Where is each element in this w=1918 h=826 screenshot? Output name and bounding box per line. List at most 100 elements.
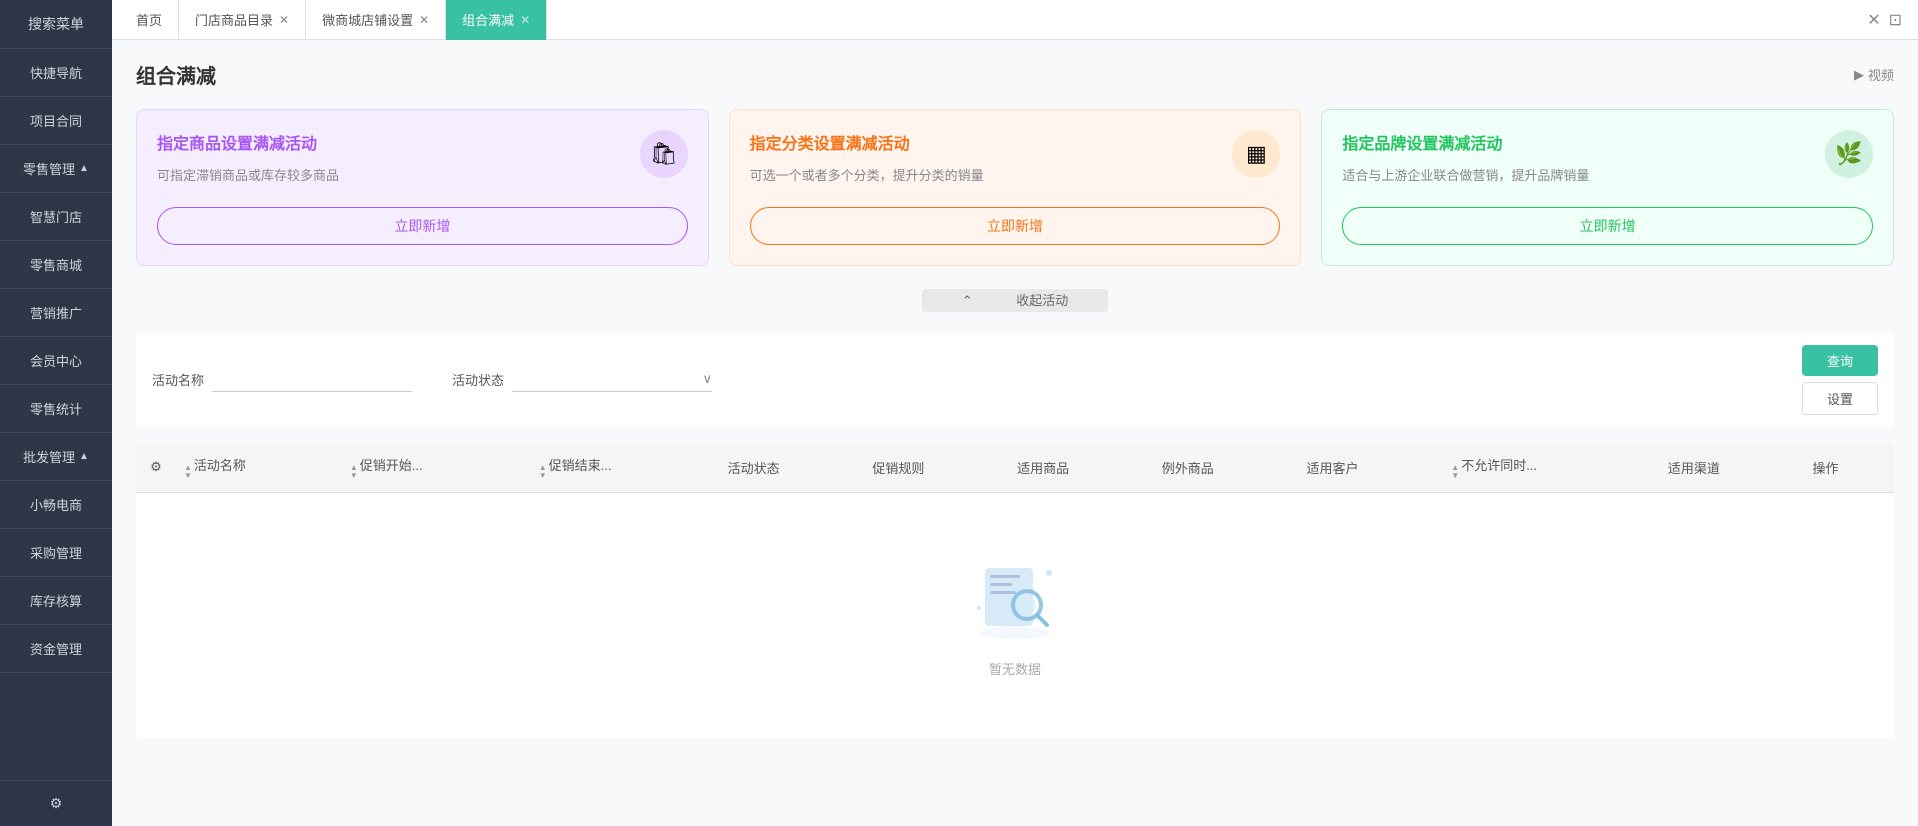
sidebar-item-inventory[interactable]: 库存核算 bbox=[0, 577, 112, 625]
filter-name-item: 活动名称 bbox=[152, 368, 412, 392]
gear-icon[interactable]: ⚙ bbox=[150, 459, 162, 474]
category-card: 指定分类设置满减活动可选一个或者多个分类，提升分类的销量▦ 立即新增 bbox=[729, 109, 1302, 266]
sidebar-item-xiaochange[interactable]: 小畅电商 bbox=[0, 481, 112, 529]
sidebar-item-finance[interactable]: 资金管理 bbox=[0, 625, 112, 673]
col-label: 适用商品 bbox=[1017, 461, 1069, 476]
filter-status-select[interactable]: ∨ bbox=[512, 367, 712, 392]
sidebar-item-smart-store[interactable]: 智慧门店 bbox=[0, 193, 112, 241]
col-except_goods: 例外商品 bbox=[1154, 443, 1299, 493]
col-label: 活动状态 bbox=[728, 461, 780, 476]
goods-card: 指定商品设置满减活动可指定滞销商品或库存较多商品🛍 立即新增 bbox=[136, 109, 709, 266]
sidebar-settings[interactable]: ⚙ bbox=[0, 780, 112, 826]
collapse-bar[interactable]: ⌃ 收起活动 bbox=[136, 282, 1894, 317]
maximize-icon[interactable]: ⊡ bbox=[1889, 10, 1902, 30]
tab-close-icon[interactable]: ✕ bbox=[520, 13, 530, 27]
col-label: 不允许同时... bbox=[1461, 458, 1537, 473]
sidebar-search[interactable]: 搜索菜单 bbox=[0, 0, 112, 49]
col-promo_end[interactable]: ▲▼促销结束... bbox=[531, 443, 720, 493]
sort-icon: ▲▼ bbox=[184, 464, 192, 480]
video-label: 视频 bbox=[1868, 65, 1894, 84]
sidebar-item-purchase-mgmt[interactable]: 采购管理 bbox=[0, 529, 112, 577]
filter-name-label: 活动名称 bbox=[152, 370, 204, 389]
settings-button[interactable]: 设置 bbox=[1802, 382, 1878, 415]
tab-home[interactable]: 首页 bbox=[120, 0, 179, 40]
card-title: 指定分类设置满减活动 bbox=[750, 130, 1281, 154]
filter-status-item: 活动状态 ∨ bbox=[452, 367, 712, 392]
empty-text: 暂无数据 bbox=[989, 659, 1041, 678]
col-label: 促销结束... bbox=[549, 458, 612, 473]
card-title: 指定商品设置满减活动 bbox=[157, 130, 688, 154]
tab-label: 门店商品目录 bbox=[195, 10, 273, 29]
page-title: 组合满减 bbox=[136, 60, 216, 89]
video-link[interactable]: ▶ 视频 bbox=[1854, 65, 1894, 84]
col-promo_start[interactable]: ▲▼促销开始... bbox=[342, 443, 531, 493]
chevron-down-icon: ∨ bbox=[703, 371, 713, 387]
gear-icon: ⚙ bbox=[50, 795, 63, 811]
sort-icon: ▲▼ bbox=[539, 464, 547, 480]
col-actions: 操作 bbox=[1805, 443, 1894, 493]
tab-bar: 首页门店商品目录 ✕微商城店铺设置 ✕组合满减 ✕ ✕ ⊡ bbox=[112, 0, 1918, 40]
col-label: 活动名称 bbox=[194, 458, 246, 473]
sidebar-item-project-contract[interactable]: 项目合同 bbox=[0, 97, 112, 145]
tab-label: 微商城店铺设置 bbox=[322, 10, 413, 29]
card-icon: ▦ bbox=[1232, 130, 1280, 178]
col-label: 适用客户 bbox=[1307, 461, 1359, 476]
collapse-arrow: ⌃ bbox=[942, 289, 997, 312]
sidebar-item-retail-stats[interactable]: 零售统计 bbox=[0, 385, 112, 433]
col-label: 促销开始... bbox=[360, 458, 423, 473]
main-area: 首页门店商品目录 ✕微商城店铺设置 ✕组合满减 ✕ ✕ ⊡ 组合满减 ▶ 视频 … bbox=[112, 0, 1918, 826]
tab-close-icon[interactable]: ✕ bbox=[419, 13, 429, 27]
empty-state: 暂无数据 bbox=[136, 493, 1894, 738]
tab-label: 组合满减 bbox=[462, 10, 514, 29]
col-status: 活动状态 bbox=[720, 443, 865, 493]
col-not_concurrent[interactable]: ▲▼不允许同时... bbox=[1443, 443, 1660, 493]
filter-status-label: 活动状态 bbox=[452, 370, 504, 389]
card-add-button[interactable]: 立即新增 bbox=[1342, 207, 1873, 245]
tab-label: 首页 bbox=[136, 10, 162, 29]
col-label: 适用渠道 bbox=[1668, 461, 1720, 476]
col-label: 促销规则 bbox=[872, 461, 924, 476]
empty-illustration bbox=[965, 553, 1065, 643]
tab-ministore-settings[interactable]: 微商城店铺设置 ✕ bbox=[306, 0, 446, 40]
page-header: 组合满减 ▶ 视频 bbox=[136, 60, 1894, 89]
card-add-button[interactable]: 立即新增 bbox=[157, 207, 688, 245]
card-title: 指定品牌设置满减活动 bbox=[1342, 130, 1873, 154]
tab-combo-discount[interactable]: 组合满减 ✕ bbox=[446, 0, 547, 40]
tab-store-catalog[interactable]: 门店商品目录 ✕ bbox=[179, 0, 306, 40]
sort-icon: ▲▼ bbox=[350, 464, 358, 480]
sidebar: 搜索菜单 快捷导航项目合同零售管理▲智慧门店零售商城营销推广会员中心零售统计批发… bbox=[0, 0, 112, 826]
filter-name-input[interactable] bbox=[212, 368, 412, 392]
card-desc: 适合与上游企业联合做营销，提升品牌销量 bbox=[1342, 166, 1873, 187]
col-applicable_goods: 适用商品 bbox=[1009, 443, 1154, 493]
sidebar-item-membership[interactable]: 会员中心 bbox=[0, 337, 112, 385]
sidebar-item-marketing[interactable]: 营销推广 bbox=[0, 289, 112, 337]
collapse-label: 收起活动 bbox=[996, 289, 1088, 312]
col-label: 操作 bbox=[1813, 461, 1839, 476]
tab-close-icon[interactable]: ✕ bbox=[279, 13, 289, 27]
sort-icon: ▲▼ bbox=[1451, 464, 1459, 480]
card-icon: 🛍 bbox=[640, 130, 688, 178]
card-add-button[interactable]: 立即新增 bbox=[750, 207, 1281, 245]
sidebar-item-retail-mall[interactable]: 零售商城 bbox=[0, 241, 112, 289]
data-table: ⚙▲▼活动名称▲▼促销开始...▲▼促销结束...活动状态促销规则适用商品例外商… bbox=[136, 443, 1894, 493]
col-label: 例外商品 bbox=[1162, 461, 1214, 476]
col-applicable_channel: 适用渠道 bbox=[1660, 443, 1805, 493]
play-icon: ▶ bbox=[1854, 67, 1864, 83]
card-desc: 可选一个或者多个分类，提升分类的销量 bbox=[750, 166, 1281, 187]
col-name[interactable]: ▲▼活动名称 bbox=[176, 443, 342, 493]
cards-row: 指定商品设置满减活动可指定滞销商品或库存较多商品🛍立即新增指定分类设置满减活动可… bbox=[136, 109, 1894, 266]
close-icon[interactable]: ✕ bbox=[1867, 10, 1880, 30]
filter-row: 活动名称 活动状态 ∨ 查询 设置 bbox=[136, 333, 1894, 427]
col-applicable_customer: 适用客户 bbox=[1299, 443, 1444, 493]
card-icon: 🌿 bbox=[1825, 130, 1873, 178]
query-button[interactable]: 查询 bbox=[1802, 345, 1878, 376]
sidebar-item-retail-mgmt[interactable]: 零售管理▲ bbox=[0, 145, 112, 193]
sidebar-item-wholesale-mgmt[interactable]: 批发管理▲ bbox=[0, 433, 112, 481]
sidebar-item-quick-nav[interactable]: 快捷导航 bbox=[0, 49, 112, 97]
page-content: 组合满减 ▶ 视频 指定商品设置满减活动可指定滞销商品或库存较多商品🛍立即新增指… bbox=[112, 40, 1918, 826]
col-promo_rule: 促销规则 bbox=[864, 443, 1009, 493]
filter-actions: 查询 设置 bbox=[1802, 345, 1878, 415]
col-gear: ⚙ bbox=[136, 443, 176, 493]
window-controls: ✕ ⊡ bbox=[1867, 10, 1910, 30]
card-desc: 可指定滞销商品或库存较多商品 bbox=[157, 166, 688, 187]
